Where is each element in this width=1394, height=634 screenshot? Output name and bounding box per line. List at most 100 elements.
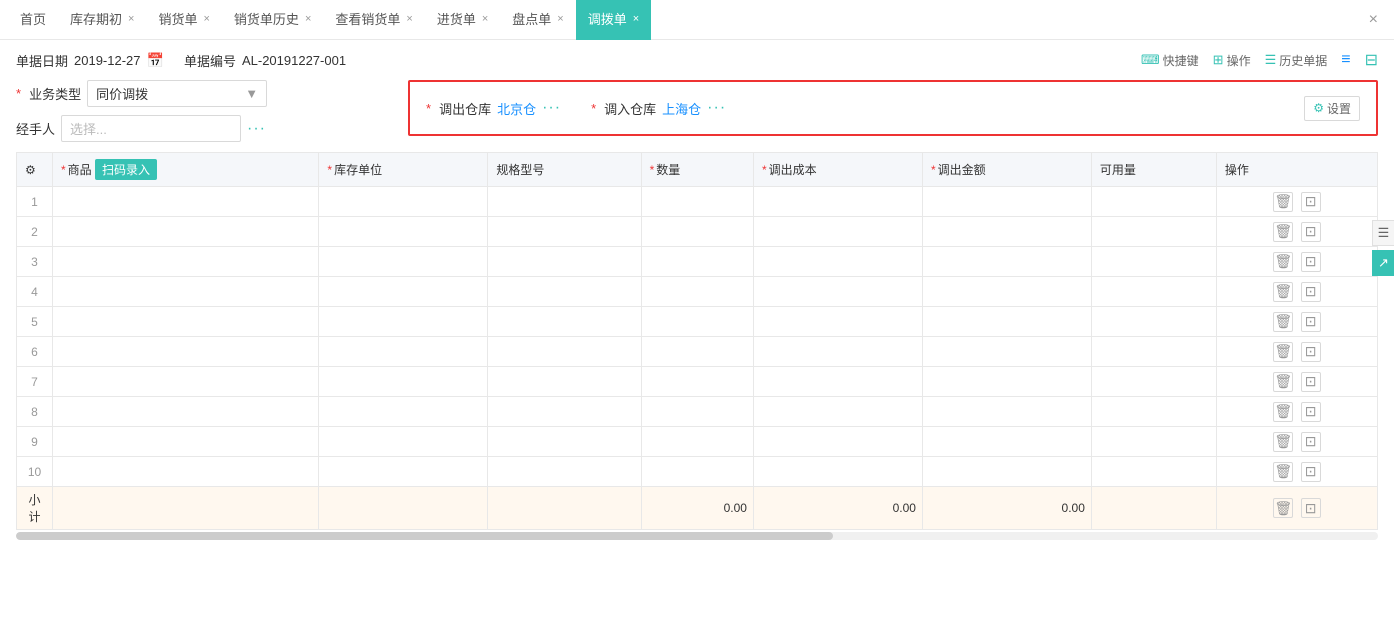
cell-spec[interactable] — [488, 277, 641, 307]
delete-icon[interactable]: 🗑 — [1273, 282, 1293, 302]
handler-more-icon[interactable]: ··· — [247, 120, 266, 138]
cell-available[interactable] — [1091, 367, 1216, 397]
tab-purchase-order[interactable]: 进货单 × — [425, 0, 500, 40]
cell-qty[interactable] — [641, 427, 753, 457]
tab-transfer[interactable]: 调拨单 × — [576, 0, 651, 40]
tab-view-sales-close[interactable]: × — [406, 13, 412, 25]
cell-amount[interactable] — [922, 337, 1091, 367]
tab-bar-close-button[interactable]: × — [1361, 11, 1386, 29]
cell-amount[interactable] — [922, 277, 1091, 307]
cell-cost[interactable] — [753, 187, 922, 217]
delete-icon[interactable]: 🗑 — [1273, 342, 1293, 362]
cell-product[interactable] — [53, 247, 319, 277]
cell-product[interactable] — [53, 427, 319, 457]
handler-select[interactable]: 选择... — [61, 115, 241, 142]
copy-icon[interactable]: ⊡ — [1301, 498, 1321, 518]
tab-sales-history[interactable]: 销货单历史 × — [222, 0, 323, 40]
cell-amount[interactable] — [922, 457, 1091, 487]
cell-qty[interactable] — [641, 457, 753, 487]
cell-cost[interactable] — [753, 307, 922, 337]
copy-icon[interactable]: ⊡ — [1301, 282, 1321, 302]
tab-stocktake[interactable]: 盘点单 × — [500, 0, 575, 40]
cell-product[interactable] — [53, 457, 319, 487]
cell-unit[interactable] — [319, 217, 488, 247]
tab-sales-order-close[interactable]: × — [203, 13, 209, 25]
cell-amount[interactable] — [922, 367, 1091, 397]
cell-amount[interactable] — [922, 187, 1091, 217]
cell-qty[interactable] — [641, 337, 753, 367]
cell-unit[interactable] — [319, 247, 488, 277]
tab-sales-order[interactable]: 销货单 × — [146, 0, 221, 40]
cell-available[interactable] — [1091, 457, 1216, 487]
cell-qty[interactable] — [641, 277, 753, 307]
cell-spec[interactable] — [488, 457, 641, 487]
col-gear[interactable]: ⚙ — [17, 153, 53, 187]
cell-unit[interactable] — [319, 277, 488, 307]
table-scrollbar[interactable] — [16, 532, 1378, 540]
delete-icon[interactable]: 🗑 — [1273, 222, 1293, 242]
copy-icon[interactable]: ⊡ — [1301, 372, 1321, 392]
transfer-out-more-icon[interactable]: ··· — [542, 99, 561, 117]
cell-spec[interactable] — [488, 307, 641, 337]
cell-available[interactable] — [1091, 427, 1216, 457]
cell-cost[interactable] — [753, 427, 922, 457]
setting-button[interactable]: ⚙ 设置 — [1304, 96, 1360, 121]
tab-transfer-close[interactable]: × — [633, 13, 639, 25]
shortcuts-button[interactable]: ⌨ 快捷键 — [1141, 52, 1199, 69]
actions-button[interactable]: ⊞ 操作 — [1213, 52, 1251, 69]
cell-qty[interactable] — [641, 307, 753, 337]
tab-stocktake-close[interactable]: × — [557, 13, 563, 25]
cell-spec[interactable] — [488, 427, 641, 457]
transfer-in-more-icon[interactable]: ··· — [707, 99, 726, 117]
cell-unit[interactable] — [319, 457, 488, 487]
cell-unit[interactable] — [319, 397, 488, 427]
cell-spec[interactable] — [488, 247, 641, 277]
cell-available[interactable] — [1091, 307, 1216, 337]
layout-button2[interactable]: ⊟ — [1365, 50, 1378, 70]
cell-qty[interactable] — [641, 367, 753, 397]
cell-amount[interactable] — [922, 217, 1091, 247]
cell-available[interactable] — [1091, 247, 1216, 277]
panel-list-icon[interactable]: ☰ — [1372, 220, 1394, 246]
tab-inventory-init-close[interactable]: × — [128, 13, 134, 25]
cell-cost[interactable] — [753, 217, 922, 247]
cell-available[interactable] — [1091, 277, 1216, 307]
calendar-icon[interactable]: 📅 — [147, 52, 164, 69]
cell-cost[interactable] — [753, 337, 922, 367]
copy-icon[interactable]: ⊡ — [1301, 312, 1321, 332]
cell-qty[interactable] — [641, 247, 753, 277]
delete-icon[interactable]: 🗑 — [1273, 432, 1293, 452]
cell-product[interactable] — [53, 397, 319, 427]
cell-amount[interactable] — [922, 427, 1091, 457]
cell-spec[interactable] — [488, 337, 641, 367]
cell-spec[interactable] — [488, 217, 641, 247]
copy-icon[interactable]: ⊡ — [1301, 402, 1321, 422]
cell-spec[interactable] — [488, 367, 641, 397]
cell-available[interactable] — [1091, 397, 1216, 427]
cell-qty[interactable] — [641, 187, 753, 217]
business-type-select[interactable]: 同价调拨 ▼ — [87, 80, 267, 107]
tab-sales-history-close[interactable]: × — [305, 13, 311, 25]
cell-cost[interactable] — [753, 367, 922, 397]
panel-export-icon[interactable]: ↗ — [1372, 250, 1394, 276]
cell-product[interactable] — [53, 337, 319, 367]
tab-purchase-order-close[interactable]: × — [482, 13, 488, 25]
copy-icon[interactable]: ⊡ — [1301, 252, 1321, 272]
cell-unit[interactable] — [319, 337, 488, 367]
cell-available[interactable] — [1091, 337, 1216, 367]
cell-qty[interactable] — [641, 217, 753, 247]
delete-icon[interactable]: 🗑 — [1273, 498, 1293, 518]
copy-icon[interactable]: ⊡ — [1301, 192, 1321, 212]
copy-icon[interactable]: ⊡ — [1301, 342, 1321, 362]
cell-cost[interactable] — [753, 397, 922, 427]
delete-icon[interactable]: 🗑 — [1273, 372, 1293, 392]
tab-inventory-init[interactable]: 库存期初 × — [58, 0, 146, 40]
cell-product[interactable] — [53, 217, 319, 247]
cell-cost[interactable] — [753, 277, 922, 307]
cell-product[interactable] — [53, 277, 319, 307]
layout-button1[interactable]: ≡ — [1341, 51, 1350, 69]
delete-icon[interactable]: 🗑 — [1273, 312, 1293, 332]
cell-cost[interactable] — [753, 247, 922, 277]
cell-qty[interactable] — [641, 397, 753, 427]
cell-spec[interactable] — [488, 187, 641, 217]
